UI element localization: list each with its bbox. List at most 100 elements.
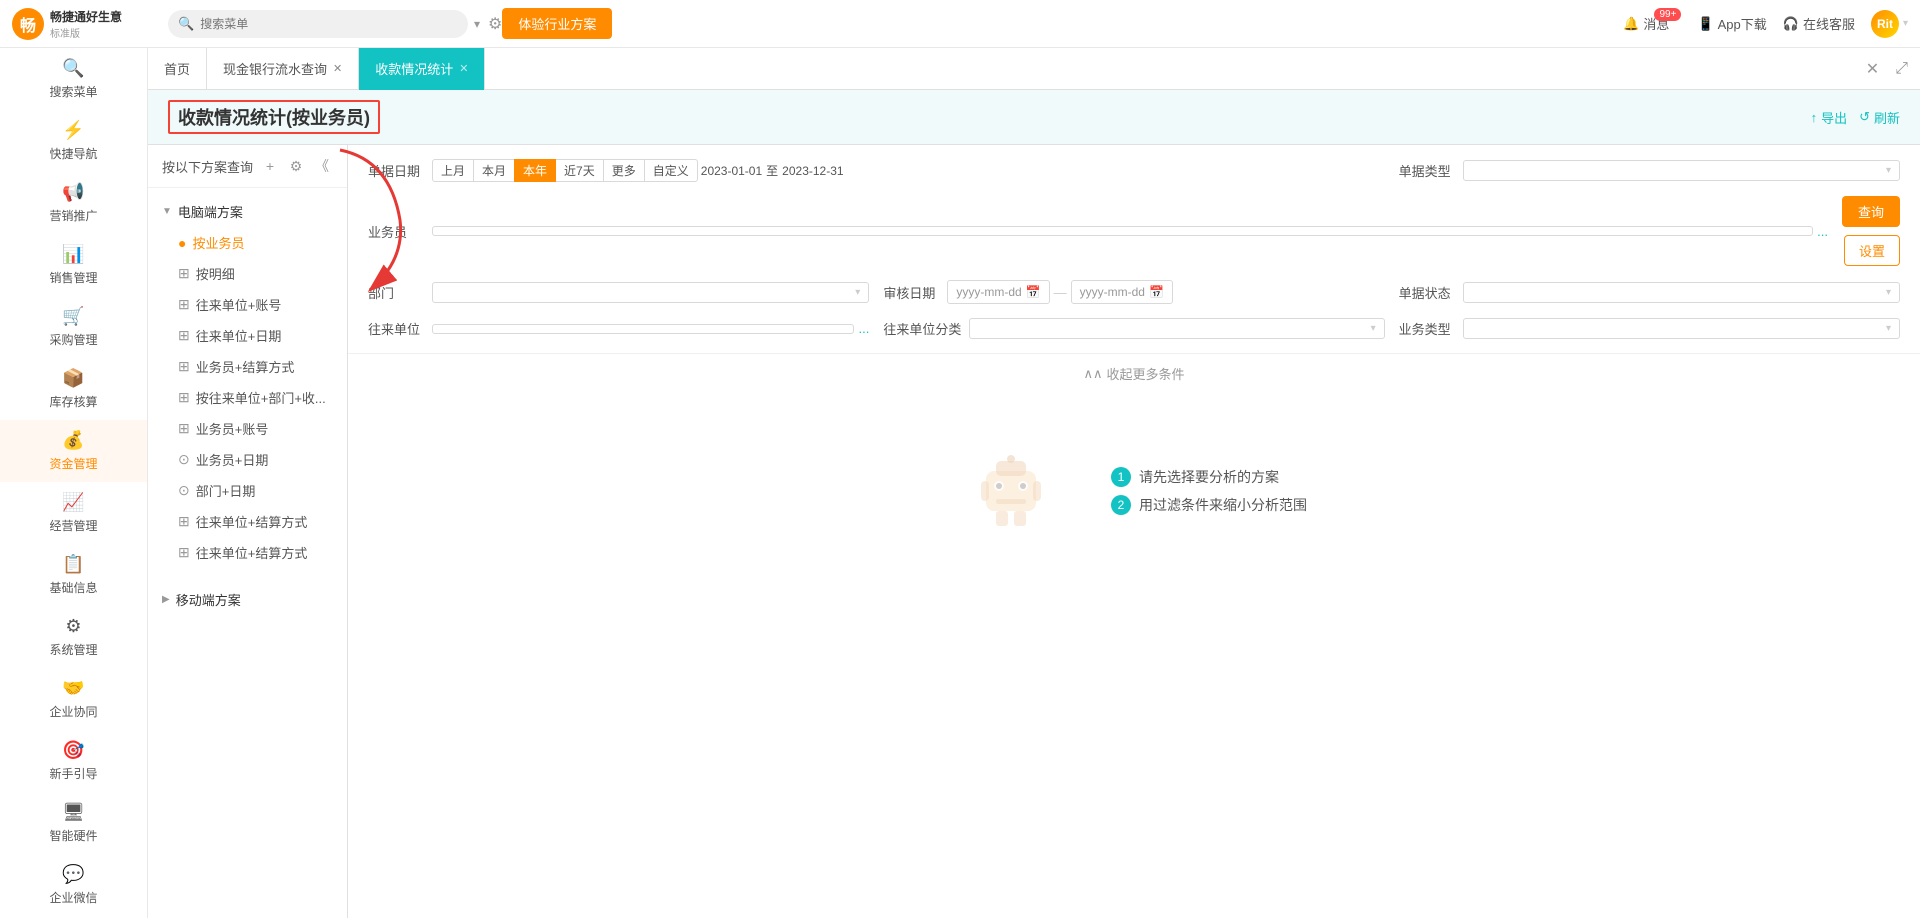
counterpart-select[interactable]	[432, 324, 854, 334]
app-layout: 🔍 搜索菜单 ⚡ 快捷导航 📢 营销推广 📊 销售管理 🛒 采购管理 📦 库存核…	[0, 48, 1920, 918]
doc-type-select[interactable]: ▾	[1463, 160, 1900, 181]
top-bar: 畅 畅捷通好生意 标准版 🔍 ▾ ⚙ 体验行业方案 🔔 消息 99+ 📱 App…	[0, 0, 1920, 48]
review-date-from-input[interactable]: yyyy-mm-dd 📅	[947, 280, 1049, 304]
biz-type-label: 业务类型	[1399, 319, 1455, 338]
date-btn-custom[interactable]: 自定义	[644, 159, 698, 182]
user-area[interactable]: Rit ▾	[1871, 10, 1908, 38]
sidebar-item-guide-label: 新手引导	[49, 765, 97, 782]
mobile-scheme-group-header[interactable]: ▶ 移动端方案	[148, 584, 347, 615]
scheme-item-dept-date[interactable]: ⊙ 部门+日期	[148, 475, 347, 506]
search-input[interactable]	[200, 17, 458, 31]
query-button[interactable]: 查询	[1842, 196, 1900, 227]
unit-dept-icon: ⊞	[178, 389, 190, 406]
sidebar-item-smart-hw[interactable]: 🖥 智能硬件	[0, 792, 147, 854]
sidebar-item-guide[interactable]: 🎯 新手引导	[0, 730, 147, 792]
tab-home[interactable]: 首页	[148, 48, 207, 90]
version-tag: 标准版	[50, 25, 122, 40]
mobile-group-arrow-icon: ▶	[162, 594, 170, 605]
counterpart-control: ...	[432, 321, 869, 336]
sidebar-item-corp-wechat[interactable]: 💬 企业微信	[0, 854, 147, 916]
scheme-item-salesman-settle[interactable]: ⊞ 业务员+结算方式	[148, 351, 347, 382]
scheme-item-unit-dept-collect[interactable]: ⊞ 按往来单位+部门+收...	[148, 382, 347, 413]
tab-bankflow-close[interactable]: ✕	[333, 62, 342, 75]
sidebar-item-marketing[interactable]: 📢 营销推广	[0, 172, 147, 234]
dept-select[interactable]: ▾	[432, 282, 869, 303]
scheme-item-salesman-date[interactable]: ⊙ 业务员+日期	[148, 444, 347, 475]
sidebar-item-quick-nav[interactable]: ⚡ 快捷导航	[0, 110, 147, 172]
logo-area: 畅 畅捷通好生意 标准版	[12, 8, 160, 40]
gear-settings-icon[interactable]: ⚙	[488, 14, 502, 34]
counterpart-cat-select[interactable]: ▾	[969, 318, 1384, 339]
app-name: 畅捷通好生意	[50, 8, 122, 25]
close-window-btn[interactable]: ✕	[1862, 55, 1883, 83]
message-action[interactable]: 🔔 消息 99+	[1623, 14, 1669, 33]
unit-account-scheme-icon: ⊞	[178, 296, 190, 313]
sidebar-item-base-info[interactable]: 📋 基础信息	[0, 544, 147, 606]
export-label: 导出	[1821, 108, 1847, 127]
desktop-scheme-group-header[interactable]: ▼ 电脑端方案	[148, 196, 347, 227]
page-header-actions: ↑ 导出 ↺ 刷新	[1811, 108, 1900, 127]
add-scheme-btn[interactable]: +	[259, 155, 281, 177]
scheme-item-by-salesman[interactable]: ● 按业务员	[148, 227, 347, 258]
filter-sidebar: 按以下方案查询 + ⚙ 《 ▼ 电脑端方案	[148, 145, 348, 918]
sidebar-item-corp-collab[interactable]: 🤝 企业协同	[0, 668, 147, 730]
tab-collectionstats-label: 收款情况统计	[375, 59, 453, 78]
date-btn-7days[interactable]: 近7天	[555, 159, 604, 182]
tab-collection-stats[interactable]: 收款情况统计 ✕	[359, 48, 485, 90]
scheme-settings-btn[interactable]: ⚙	[285, 155, 307, 177]
refresh-btn[interactable]: ↺ 刷新	[1859, 108, 1900, 127]
date-btn-this-month[interactable]: 本月	[473, 159, 515, 182]
export-btn[interactable]: ↑ 导出	[1811, 108, 1848, 127]
date-btn-last-month[interactable]: 上月	[432, 159, 474, 182]
doc-status-select[interactable]: ▾	[1463, 282, 1900, 303]
tab-collectionstats-close[interactable]: ✕	[459, 62, 468, 75]
query-actions: 查询 设置	[1842, 196, 1900, 266]
system-icon: ⚙	[65, 616, 81, 637]
sidebar-item-operations[interactable]: 📈 经营管理	[0, 482, 147, 544]
bell-icon: 🔔	[1623, 16, 1639, 32]
scheme-item-unit-settle1[interactable]: ⊞ 往来单位+结算方式	[148, 506, 347, 537]
sidebar-item-capital[interactable]: 💰 资金管理	[0, 420, 147, 482]
app-download-action[interactable]: 📱 App下载	[1697, 14, 1766, 33]
online-service-action[interactable]: 🎧 在线客服	[1783, 14, 1855, 33]
sidebar-item-purchase[interactable]: 🛒 采购管理	[0, 296, 147, 358]
date-label: 单据日期	[368, 161, 424, 180]
filter-panel: 单据日期 上月 本月 本年 近7天 更多 自定义	[348, 145, 1920, 918]
scheme-item-unit-date[interactable]: ⊞ 往来单位+日期	[148, 320, 347, 351]
doc-type-field: 单据类型 ▾	[1399, 160, 1900, 181]
settings-button[interactable]: 设置	[1844, 235, 1900, 266]
sidebar-item-sales[interactable]: 📊 销售管理	[0, 234, 147, 296]
page-title-area: 收款情况统计(按业务员)	[168, 100, 380, 134]
detail-scheme-icon: ⊞	[178, 265, 190, 282]
filter-sidebar-title-area: 按以下方案查询	[162, 157, 253, 176]
sidebar-item-corpcollab-label: 企业协同	[49, 703, 97, 720]
scheme-item-by-detail[interactable]: ⊞ 按明细	[148, 258, 347, 289]
scheme-item-unit-settle2[interactable]: ⊞ 往来单位+结算方式	[148, 537, 347, 568]
scheme-item-salesman-account[interactable]: ⊞ 业务员+账号	[148, 413, 347, 444]
maximize-window-btn[interactable]: ⤢	[1891, 56, 1912, 82]
counterpart-more-btn[interactable]: ...	[858, 321, 869, 336]
salesman-select[interactable]	[432, 226, 1813, 236]
tab-bank-flow[interactable]: 现金银行流水查询 ✕	[207, 48, 359, 90]
app-logo-icon: 畅	[12, 8, 44, 40]
tab-bankflow-label: 现金银行流水查询	[223, 59, 327, 78]
collapse-more-conditions-btn[interactable]: ∧∧ 收起更多条件	[348, 353, 1920, 393]
collapse-sidebar-panel-btn[interactable]: 《	[311, 155, 333, 177]
date-control: 上月 本月 本年 近7天 更多 自定义 2023-01-01	[432, 159, 1385, 182]
sidebar-item-inventory[interactable]: 📦 库存核算	[0, 358, 147, 420]
date-btn-this-year[interactable]: 本年	[514, 159, 556, 182]
top-search-bar[interactable]: 🔍	[168, 10, 468, 38]
trial-button[interactable]: 体验行业方案	[502, 8, 612, 39]
sidebar-item-system[interactable]: ⚙ 系统管理	[0, 606, 147, 668]
sidebar-item-quicknav-label: 快捷导航	[49, 145, 97, 162]
dropdown-arrow-icon[interactable]: ▾	[474, 17, 480, 31]
biz-type-select[interactable]: ▾	[1463, 318, 1900, 339]
sidebar-item-search[interactable]: 🔍 搜索菜单	[0, 48, 147, 110]
date-range-input: 2023-01-01 至 2023-12-31	[701, 162, 844, 179]
date-btn-more[interactable]: 更多	[603, 159, 645, 182]
scheme-item-unit-account[interactable]: ⊞ 往来单位+账号	[148, 289, 347, 320]
calendar-icon-1: 📅	[1026, 285, 1041, 299]
page-header: 收款情况统计(按业务员) ↑ 导出 ↺ 刷新	[148, 90, 1920, 145]
review-date-to-input[interactable]: yyyy-mm-dd 📅	[1071, 280, 1173, 304]
salesman-more-btn[interactable]: ...	[1817, 224, 1828, 239]
